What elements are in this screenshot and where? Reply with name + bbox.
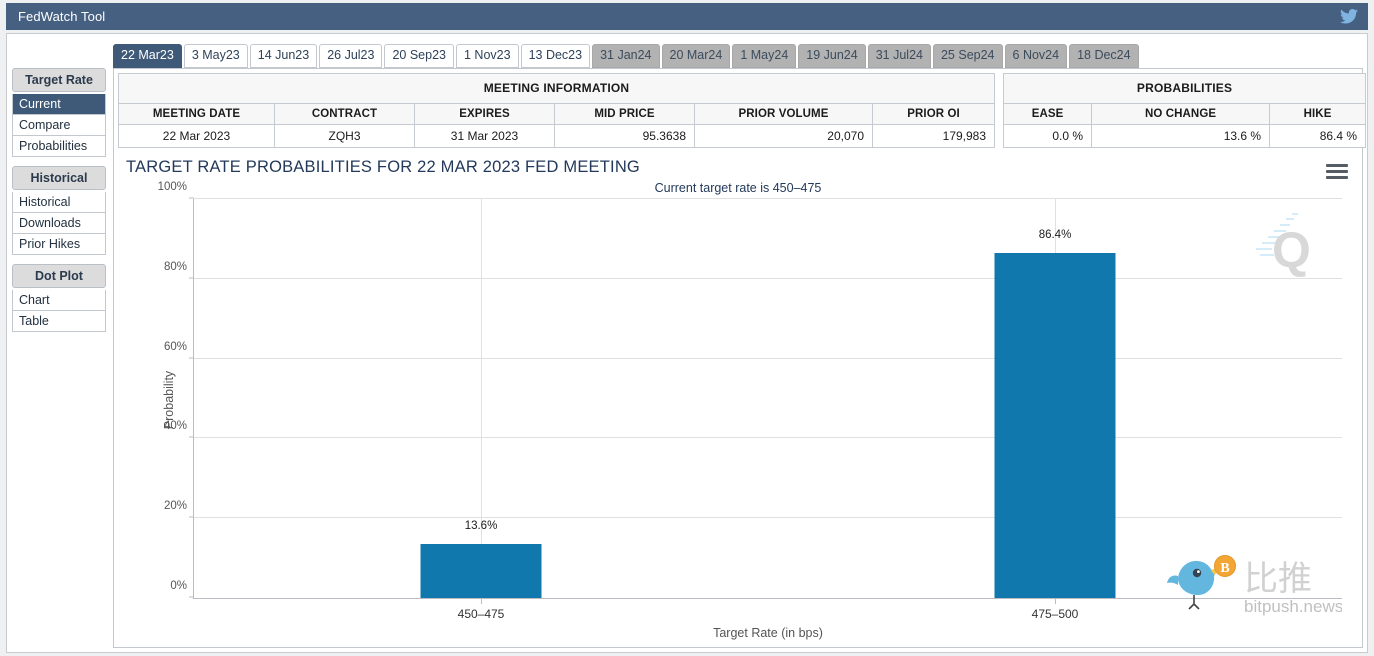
fedwatch-page: FedWatch Tool Target Rate Current Compar… (0, 0, 1374, 656)
chart-y-tick-mark (189, 357, 194, 358)
chart-plot-area: 0%20%40%60%80%100%13.6%450–47586.4%475–5… (193, 199, 1342, 599)
probabilities-table: PROBABILITIES EASE NO CHANGE HIKE 0.0 % … (1003, 73, 1366, 148)
sidebar-group-historical: Historical (12, 166, 106, 190)
tab-26-jul23[interactable]: 26 Jul23 (319, 44, 382, 68)
chart-y-tick-label: 0% (170, 580, 187, 592)
chart-x-axis-label: Target Rate (in bps) (194, 626, 1342, 640)
chart-x-tick-label: 450–475 (458, 607, 505, 621)
app-header: FedWatch Tool (6, 3, 1368, 30)
col-mid-price: MID PRICE (555, 104, 695, 125)
probabilities-group-title: PROBABILITIES (1004, 74, 1366, 104)
tab-20-sep23[interactable]: 20 Sep23 (384, 44, 454, 68)
tab-6-nov24[interactable]: 6 Nov24 (1005, 44, 1068, 68)
sidebar-item-prior-hikes[interactable]: Prior Hikes (12, 234, 106, 255)
content-frame: Target Rate Current Compare Probabilitie… (6, 33, 1368, 653)
col-meeting-date: MEETING DATE (119, 104, 275, 125)
chart-vertical-gridline (481, 199, 482, 598)
chart-x-tick-mark (1055, 598, 1056, 604)
sidebar-item-compare[interactable]: Compare (12, 115, 106, 136)
chart-bar[interactable] (421, 544, 542, 598)
app-title: FedWatch Tool (6, 9, 105, 24)
chart-y-tick-mark (189, 198, 194, 199)
tab-20-mar24[interactable]: 20 Mar24 (662, 44, 731, 68)
hamburger-menu-icon[interactable] (1326, 162, 1348, 180)
table-row: PROBABILITIES (1004, 74, 1366, 104)
cell-mid-price: 95.3638 (555, 125, 695, 148)
meeting-information-table: MEETING INFORMATION MEETING DATE CONTRAC… (118, 73, 995, 148)
chart-bar-value-label: 13.6% (465, 520, 498, 532)
col-prior-volume: PRIOR VOLUME (695, 104, 873, 125)
chart-gridline (194, 278, 1342, 279)
sidebar-item-historical[interactable]: Historical (12, 192, 106, 213)
cell-prior-oi: 179,983 (873, 125, 995, 148)
svg-text:bitpush.news: bitpush.news (1244, 597, 1342, 616)
tab-31-jan24[interactable]: 31 Jan24 (592, 44, 659, 68)
summary-tables-row: MEETING INFORMATION MEETING DATE CONTRAC… (114, 69, 1362, 148)
chart-y-tick-label: 20% (164, 500, 187, 512)
chart-y-tick-label: 40% (164, 420, 187, 432)
col-no-change: NO CHANGE (1092, 104, 1270, 125)
col-prior-oi: PRIOR OI (873, 104, 995, 125)
meeting-date-tabs: 22 Mar23 3 May23 14 Jun23 26 Jul23 20 Se… (113, 40, 1363, 68)
sidebar-spacer-2 (12, 255, 106, 264)
sidebar-group-dot-plot: Dot Plot (12, 264, 106, 288)
table-row: EASE NO CHANGE HIKE (1004, 104, 1366, 125)
tab-1-nov23[interactable]: 1 Nov23 (456, 44, 519, 68)
meeting-information-group-title: MEETING INFORMATION (119, 74, 995, 104)
tab-1-may24[interactable]: 1 May24 (732, 44, 796, 68)
cell-expires: 31 Mar 2023 (415, 125, 555, 148)
tab-19-jun24[interactable]: 19 Jun24 (798, 44, 865, 68)
chart-bar-value-label: 86.4% (1039, 229, 1072, 241)
tab-22-mar23[interactable]: 22 Mar23 (113, 44, 182, 68)
cell-prior-volume: 20,070 (695, 125, 873, 148)
chart-x-tick-mark (481, 598, 482, 604)
chart-subtitle: Current target rate is 450–475 (118, 181, 1358, 195)
table-row: 0.0 % 13.6 % 86.4 % (1004, 125, 1366, 148)
table-row: MEETING INFORMATION (119, 74, 995, 104)
sidebar-group-target-rate: Target Rate (12, 68, 106, 92)
cell-meeting-date: 22 Mar 2023 (119, 125, 275, 148)
sidebar-spacer-1 (12, 157, 106, 166)
cell-contract: ZQH3 (275, 125, 415, 148)
tab-13-dec23[interactable]: 13 Dec23 (521, 44, 591, 68)
probabilities-bar-chart: TARGET RATE PROBABILITIES FOR 22 MAR 202… (118, 154, 1358, 646)
col-contract: CONTRACT (275, 104, 415, 125)
col-ease: EASE (1004, 104, 1092, 125)
col-expires: EXPIRES (415, 104, 555, 125)
chart-x-tick-label: 475–500 (1032, 607, 1079, 621)
table-row: 22 Mar 2023 ZQH3 31 Mar 2023 95.3638 20,… (119, 125, 995, 148)
tab-14-jun23[interactable]: 14 Jun23 (250, 44, 317, 68)
chart-y-tick-mark (189, 597, 194, 598)
chart-y-tick-mark (189, 277, 194, 278)
chart-y-tick-label: 60% (164, 341, 187, 353)
tab-3-may23[interactable]: 3 May23 (184, 44, 248, 68)
sidebar-item-probabilities[interactable]: Probabilities (12, 136, 106, 157)
chart-bar[interactable] (995, 253, 1116, 598)
twitter-bird-icon[interactable] (1340, 8, 1358, 26)
sidebar-item-downloads[interactable]: Downloads (12, 213, 106, 234)
chart-gridline (194, 358, 1342, 359)
chart-gridline (194, 198, 1342, 199)
main-panel: MEETING INFORMATION MEETING DATE CONTRAC… (113, 68, 1363, 648)
chart-y-tick-mark (189, 437, 194, 438)
chart-gridline (194, 517, 1342, 518)
chart-y-tick-label: 100% (158, 181, 187, 193)
chart-y-tick-label: 80% (164, 261, 187, 273)
sidebar: Target Rate Current Compare Probabilitie… (7, 68, 111, 332)
chart-gridline (194, 437, 1342, 438)
cell-no-change: 13.6 % (1092, 125, 1270, 148)
cell-hike: 86.4 % (1270, 125, 1366, 148)
sidebar-item-table[interactable]: Table (12, 311, 106, 332)
sidebar-item-chart[interactable]: Chart (12, 290, 106, 311)
tab-18-dec24[interactable]: 18 Dec24 (1069, 44, 1139, 68)
sidebar-item-current[interactable]: Current (12, 94, 106, 115)
table-row: MEETING DATE CONTRACT EXPIRES MID PRICE … (119, 104, 995, 125)
chart-y-tick-mark (189, 517, 194, 518)
col-hike: HIKE (1270, 104, 1366, 125)
tab-31-jul24[interactable]: 31 Jul24 (868, 44, 931, 68)
tab-25-sep24[interactable]: 25 Sep24 (933, 44, 1003, 68)
cell-ease: 0.0 % (1004, 125, 1092, 148)
chart-title: TARGET RATE PROBABILITIES FOR 22 MAR 202… (126, 158, 640, 177)
